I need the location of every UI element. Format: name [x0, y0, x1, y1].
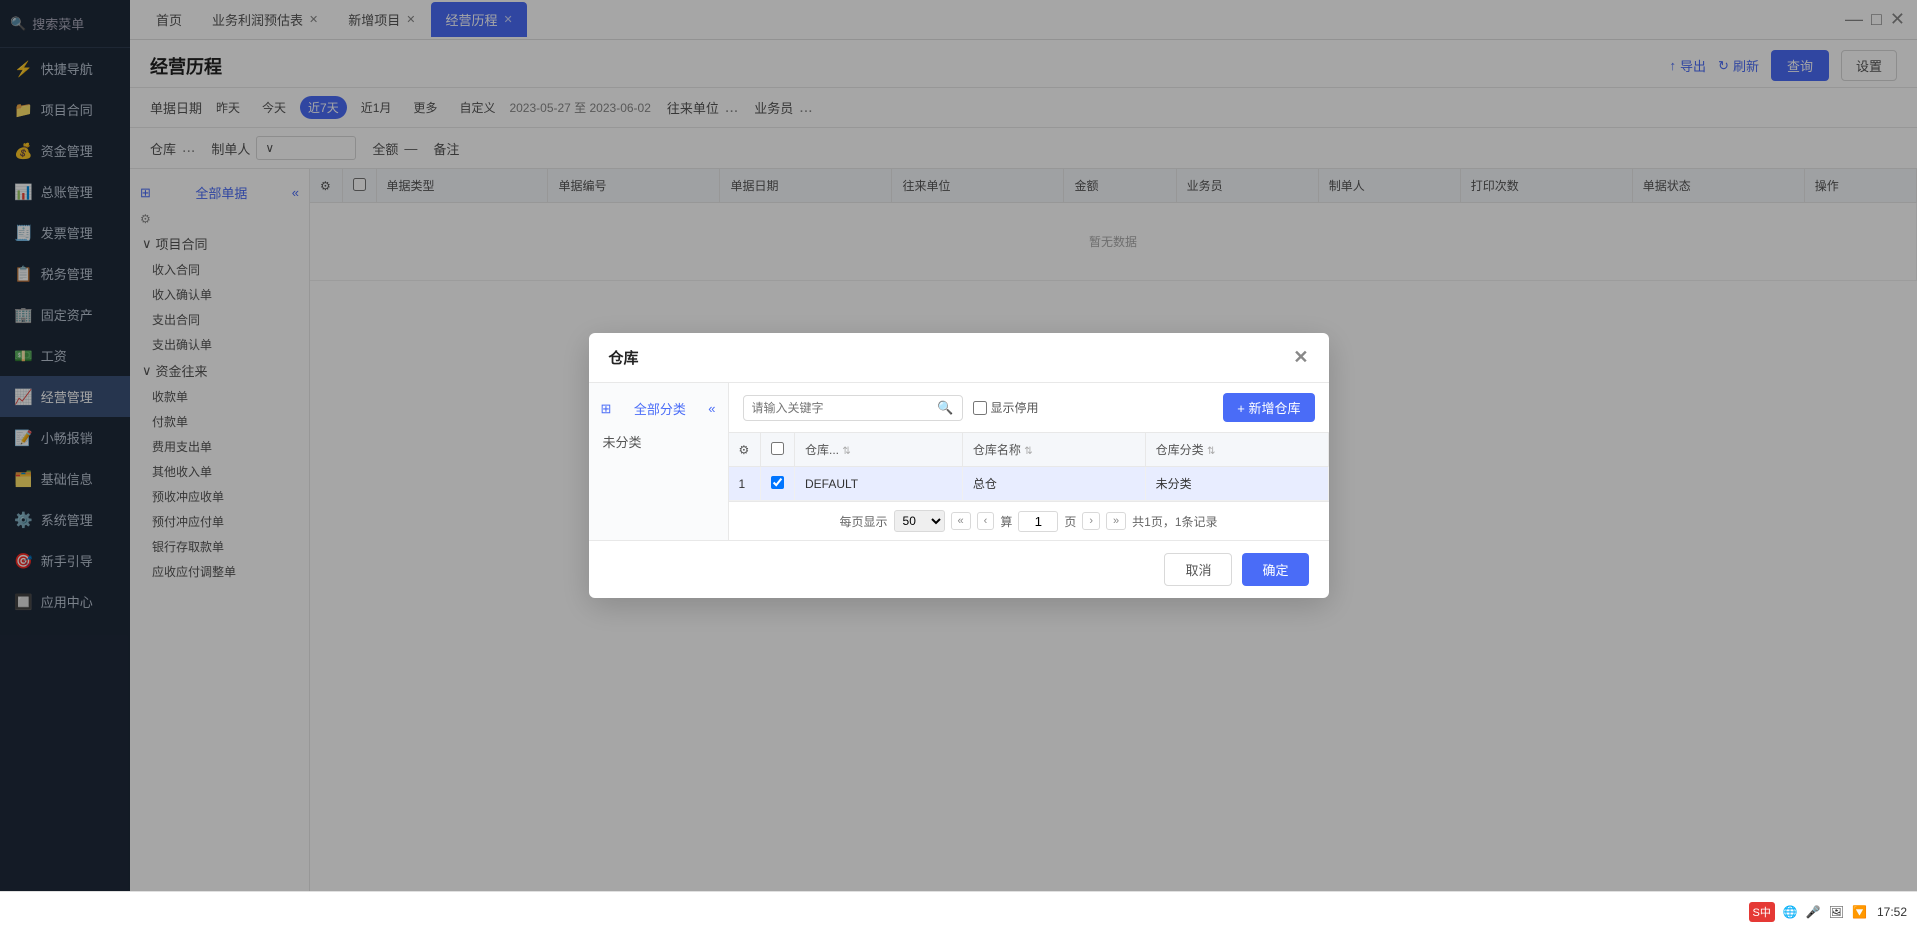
overlay[interactable]: 仓库 ✕ ⊞ 全部分类 « 未分类	[0, 0, 1917, 931]
dialog-col-code-label: 仓库...	[805, 443, 839, 457]
dialog-main: 🔍 显示停用 + 新增仓库 ⚙	[729, 383, 1329, 540]
dialog-sidebar-item-uncategorized[interactable]: 未分类	[589, 424, 728, 459]
dialog-toolbar: 🔍 显示停用 + 新增仓库	[729, 383, 1329, 433]
dialog-col-checkbox[interactable]	[761, 433, 795, 467]
dialog-search-box[interactable]: 🔍	[743, 395, 963, 421]
dialog-col-name: 仓库名称 ⇅	[962, 433, 1145, 467]
taskbar-icon-image[interactable]: 🖼	[1829, 905, 1844, 919]
dialog-page-label: 算	[1000, 513, 1012, 530]
row-index: 1	[729, 467, 761, 501]
dialog-title: 仓库	[609, 347, 639, 368]
dialog-sidebar-all-label: 全部分类	[634, 399, 686, 418]
taskbar-time: 17:52	[1877, 905, 1907, 919]
dialog-sidebar: ⊞ 全部分类 « 未分类	[589, 383, 729, 540]
add-warehouse-button[interactable]: + 新增仓库	[1223, 393, 1314, 422]
dialog-per-page-label: 每页显示	[840, 513, 888, 530]
dialog-first-page-btn[interactable]: «	[951, 512, 971, 530]
warehouse-dialog: 仓库 ✕ ⊞ 全部分类 « 未分类	[589, 333, 1329, 598]
dialog-footer: 取消 确定	[589, 540, 1329, 598]
taskbar-icon-globe[interactable]: 🌐	[1783, 905, 1798, 919]
dialog-last-page-btn[interactable]: »	[1106, 512, 1126, 530]
row-category: 未分类	[1145, 467, 1328, 501]
show-disabled-group: 显示停用	[973, 399, 1039, 416]
dialog-col-settings[interactable]: ⚙	[729, 433, 761, 467]
dialog-sidebar-collapse-icon[interactable]: «	[708, 401, 715, 416]
dialog-col-name-label: 仓库名称	[973, 443, 1021, 457]
dialog-pagination: 每页显示 50 100 « ‹ 算 页 › » 共1页，1条记录	[729, 501, 1329, 540]
dialog-page-suffix: 页	[1064, 513, 1076, 530]
row-name: 总仓	[962, 467, 1145, 501]
show-disabled-label: 显示停用	[991, 399, 1039, 416]
taskbar-icon-mic[interactable]: 🎤	[1806, 905, 1821, 919]
taskbar-icon-s[interactable]: S中	[1749, 902, 1775, 922]
row-checkbox[interactable]	[761, 467, 795, 501]
dialog-col-code: 仓库... ⇅	[795, 433, 963, 467]
warehouse-table: ⚙ 仓库... ⇅ 仓库名称 ⇅	[729, 433, 1329, 501]
dialog-select-all[interactable]	[771, 442, 784, 455]
cancel-button[interactable]: 取消	[1164, 553, 1232, 586]
dialog-col-category: 仓库分类 ⇅	[1145, 433, 1328, 467]
dialog-body: ⊞ 全部分类 « 未分类 🔍 显示停用	[589, 383, 1329, 540]
confirm-button[interactable]: 确定	[1242, 553, 1308, 586]
dialog-per-page-select[interactable]: 50 100	[894, 510, 945, 532]
dialog-sidebar-all-icon: ⊞	[601, 401, 612, 417]
sort-category-icon[interactable]: ⇅	[1207, 446, 1215, 457]
sort-code-icon[interactable]: ⇅	[842, 446, 850, 457]
dialog-search-input[interactable]	[752, 401, 932, 415]
taskbar-icon-down[interactable]: 🔽	[1852, 905, 1867, 919]
row-code: DEFAULT	[795, 467, 963, 501]
taskbar-right: S中 🌐 🎤 🖼 🔽 17:52	[1749, 902, 1907, 922]
dialog-next-page-btn[interactable]: ›	[1082, 512, 1100, 530]
dialog-sidebar-uncategorized-label: 未分类	[603, 435, 642, 450]
dialog-table: ⚙ 仓库... ⇅ 仓库名称 ⇅	[729, 433, 1329, 501]
dialog-header: 仓库 ✕	[589, 333, 1329, 383]
dialog-search-icon: 🔍	[937, 400, 953, 416]
dialog-col-category-label: 仓库分类	[1156, 443, 1204, 457]
row-select-checkbox[interactable]	[771, 476, 784, 489]
taskbar-icons: S中 🌐 🎤 🖼 🔽	[1749, 902, 1867, 922]
dialog-close-button[interactable]: ✕	[1293, 347, 1308, 368]
dialog-prev-page-btn[interactable]: ‹	[977, 512, 995, 530]
sort-name-icon[interactable]: ⇅	[1024, 446, 1032, 457]
taskbar: S中 🌐 🎤 🖼 🔽 17:52	[0, 891, 1917, 931]
dialog-page-input[interactable]	[1018, 511, 1058, 532]
show-disabled-checkbox[interactable]	[973, 401, 987, 415]
dialog-total-label: 共1页，1条记录	[1132, 513, 1217, 530]
dialog-sidebar-header[interactable]: ⊞ 全部分类 «	[589, 393, 728, 424]
dialog-table-row[interactable]: 1 DEFAULT 总仓 未分类	[729, 467, 1329, 501]
